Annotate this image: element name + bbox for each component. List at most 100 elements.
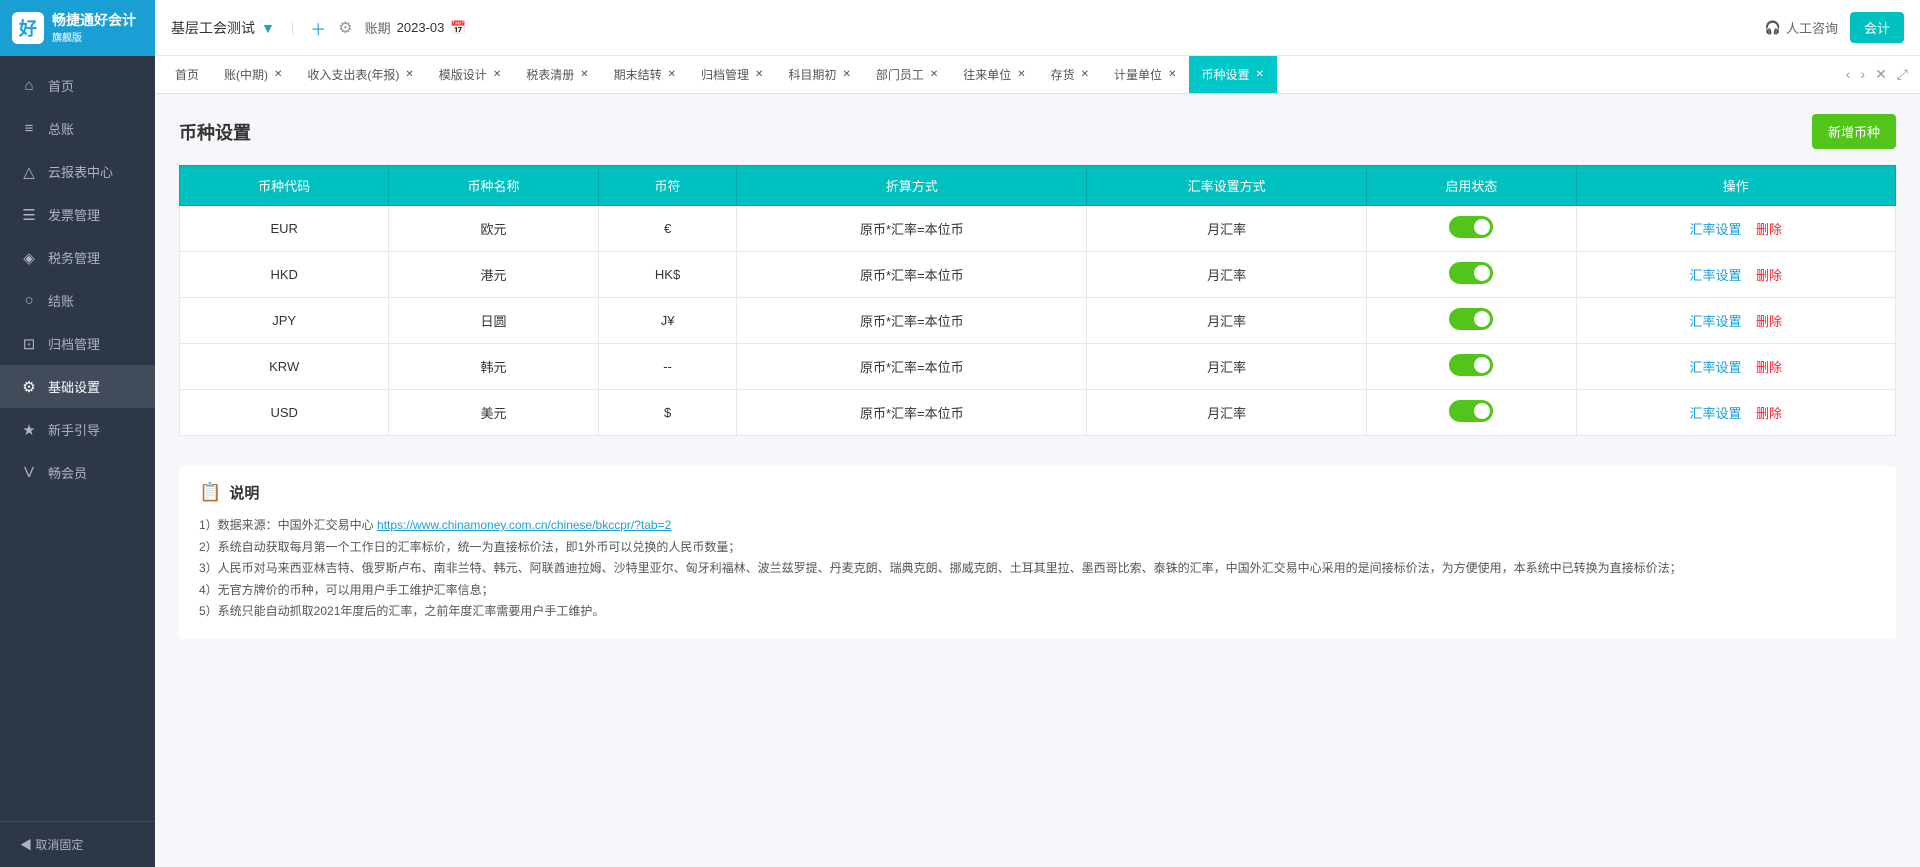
sidebar-item-member[interactable]: V 畅会员 <box>0 451 155 494</box>
delete-link[interactable]: 删除 <box>1756 360 1782 375</box>
tab-label: 模版设计 <box>439 66 487 83</box>
rate-setting-link[interactable]: 汇率设置 <box>1690 314 1742 329</box>
tab-close-icon[interactable]: ✕ <box>842 69 850 80</box>
tab-期末结转[interactable]: 期末结转✕ <box>602 56 689 94</box>
sidebar-item-invoice[interactable]: ☰ 发票管理 <box>0 193 155 236</box>
delete-link[interactable]: 删除 <box>1756 406 1782 421</box>
tab-科目期初[interactable]: 科目期初 ✕ <box>776 56 863 94</box>
delete-link[interactable]: 删除 <box>1756 222 1782 237</box>
nav-icon-home: ⌂ <box>20 77 38 94</box>
cell-symbol: € <box>598 206 737 252</box>
nav-label-tax: 税务管理 <box>48 248 100 267</box>
tab-label: 收入支出表(年报) <box>307 66 399 83</box>
nav-label-home: 首页 <box>48 76 74 95</box>
rate-setting-link[interactable]: 汇率设置 <box>1690 222 1742 237</box>
add-icon[interactable]: ＋ <box>310 16 326 40</box>
sidebar-item-tax[interactable]: ◈ 税务管理 <box>0 236 155 279</box>
delete-link[interactable]: 删除 <box>1756 268 1782 283</box>
enable-toggle[interactable] <box>1449 400 1493 422</box>
tab-往来单位[interactable]: 往来单位 ✕ <box>951 56 1038 94</box>
sidebar-footer[interactable]: ◀ 取消固定 <box>0 821 155 867</box>
tab-收入支出表年报[interactable]: 收入支出表(年报) ✕ <box>295 56 426 94</box>
cell-rate-type: 月汇率 <box>1087 344 1367 390</box>
table-row: JPY 日圆 J¥ 原币*汇率=本位币 月汇率 汇率设置 删除 <box>180 298 1896 344</box>
tab-部门员工[interactable]: 部门员工✕ <box>864 56 951 94</box>
sidebar-item-ledger[interactable]: ≡ 总账 <box>0 107 155 150</box>
tab-close-icon[interactable]: ✕ <box>1081 69 1089 80</box>
tab-归档管理[interactable]: 归档管理✕ <box>689 56 776 94</box>
nav-icon-tax: ◈ <box>20 249 38 267</box>
settings-icon[interactable]: ⚙ <box>338 18 352 38</box>
cell-name: 日圆 <box>389 298 598 344</box>
cell-toggle <box>1367 344 1576 390</box>
cell-calc: 原币*汇率=本位币 <box>737 206 1087 252</box>
china-money-link[interactable]: https://www.chinamoney.com.cn/chinese/bk… <box>377 518 671 532</box>
col-header-币种代码: 币种代码 <box>180 166 389 206</box>
rate-setting-link[interactable]: 汇率设置 <box>1690 268 1742 283</box>
tab-label: 账(中期) <box>224 66 268 83</box>
topbar: 基层工会测试 ▼ | ＋ ⚙ 账期 2023-03 📅 🎧 人工咨询 会计 <box>155 0 1920 56</box>
tab-close-icon[interactable]: ✕ <box>274 69 282 80</box>
project-name[interactable]: 基层工会测试 ▼ <box>171 18 275 38</box>
page-header: 币种设置 新增币种 <box>179 114 1896 149</box>
sidebar-item-archive[interactable]: ⊡ 归档管理 <box>0 322 155 365</box>
period-label: 账期 <box>365 18 391 37</box>
tabbar: 首页账(中期)✕收入支出表(年报)✕模版设计✕税表清册✕期末结转✕归档管理✕科目… <box>155 56 1920 94</box>
enable-toggle[interactable] <box>1449 262 1493 284</box>
cell-actions: 汇率设置 删除 <box>1576 390 1895 436</box>
tab-close-icon[interactable]: ✕ <box>405 69 413 80</box>
tab-close-icon[interactable]: ✕ <box>755 69 763 80</box>
tab-币种设置[interactable]: 币种设置✕ <box>1189 56 1276 94</box>
kuaiji-button[interactable]: 会计 <box>1850 12 1904 43</box>
project-label: 基层工会测试 <box>171 18 255 38</box>
tab-next-arrow[interactable]: › <box>1856 64 1869 85</box>
cell-name: 港元 <box>389 252 598 298</box>
enable-toggle[interactable] <box>1449 216 1493 238</box>
table-row: KRW 韩元 -- 原币*汇率=本位币 月汇率 汇率设置 删除 <box>180 344 1896 390</box>
tab-close-icon[interactable]: ✕ <box>930 69 938 80</box>
tab-账中期[interactable]: 账(中期) ✕ <box>212 56 295 94</box>
tab-首页[interactable]: 首页 <box>163 56 212 94</box>
rate-setting-link[interactable]: 汇率设置 <box>1690 406 1742 421</box>
cell-actions: 汇率设置 删除 <box>1576 298 1895 344</box>
sidebar-item-closing[interactable]: ○ 结账 <box>0 279 155 322</box>
tab-close-icon[interactable]: ✕ <box>1017 69 1025 80</box>
tab-模版设计[interactable]: 模版设计 ✕ <box>427 56 514 94</box>
col-header-折算方式: 折算方式 <box>737 166 1087 206</box>
tab-存货[interactable]: 存货✕ <box>1039 56 1102 94</box>
sidebar-footer-label: ◀ 取消固定 <box>20 836 83 853</box>
notes-icon: 📋 <box>199 482 221 503</box>
note-item-3: 3）人民币对马来西亚林吉特、俄罗斯卢布、南非兰特、韩元、阿联酋迪拉姆、沙特里亚尔… <box>199 558 1876 580</box>
enable-toggle[interactable] <box>1449 308 1493 330</box>
tab-税表清册[interactable]: 税表清册 ✕ <box>514 56 601 94</box>
nav-label-invoice: 发票管理 <box>48 205 100 224</box>
project-dropdown-icon[interactable]: ▼ <box>261 20 275 36</box>
tab-计量单位[interactable]: 计量单位✕ <box>1102 56 1189 94</box>
sidebar-item-guide[interactable]: ★ 新手引导 <box>0 408 155 451</box>
tab-expand-icon[interactable]: ⤢ <box>1893 64 1912 85</box>
cell-name: 美元 <box>389 390 598 436</box>
new-currency-button[interactable]: 新增币种 <box>1812 114 1896 149</box>
tab-close-icon[interactable]: ✕ <box>668 69 676 80</box>
support-button[interactable]: 🎧 人工咨询 <box>1765 18 1838 37</box>
delete-link[interactable]: 删除 <box>1756 314 1782 329</box>
sidebar-item-settings[interactable]: ⚙ 基础设置 <box>0 365 155 408</box>
calendar-icon[interactable]: 📅 <box>450 20 466 36</box>
logo-icon: 好 <box>12 12 44 44</box>
tab-close-icon[interactable]: ✕ <box>1255 69 1263 80</box>
tab-close-icon[interactable]: ✕ <box>580 69 588 80</box>
tab-label: 税表清册 <box>526 66 574 83</box>
tab-close-icon[interactable]: ✕ <box>1168 69 1176 80</box>
tab-label: 往来单位 <box>963 66 1011 83</box>
sidebar-item-reports[interactable]: △ 云报表中心 <box>0 150 155 193</box>
rate-setting-link[interactable]: 汇率设置 <box>1690 360 1742 375</box>
sidebar-item-home[interactable]: ⌂ 首页 <box>0 64 155 107</box>
tab-prev-arrow[interactable]: ‹ <box>1842 64 1855 85</box>
tab-label: 科目期初 <box>788 66 836 83</box>
nav-icon-ledger: ≡ <box>20 120 38 137</box>
tab-close-icon[interactable]: ✕ <box>493 69 501 80</box>
table-head: 币种代码币种名称币符折算方式汇率设置方式启用状态操作 <box>180 166 1896 206</box>
tab-close-all-icon[interactable]: ✕ <box>1871 64 1891 85</box>
enable-toggle[interactable] <box>1449 354 1493 376</box>
note-item-4: 4）无官方牌价的币种，可以用用户手工维护汇率信息； <box>199 580 1876 602</box>
